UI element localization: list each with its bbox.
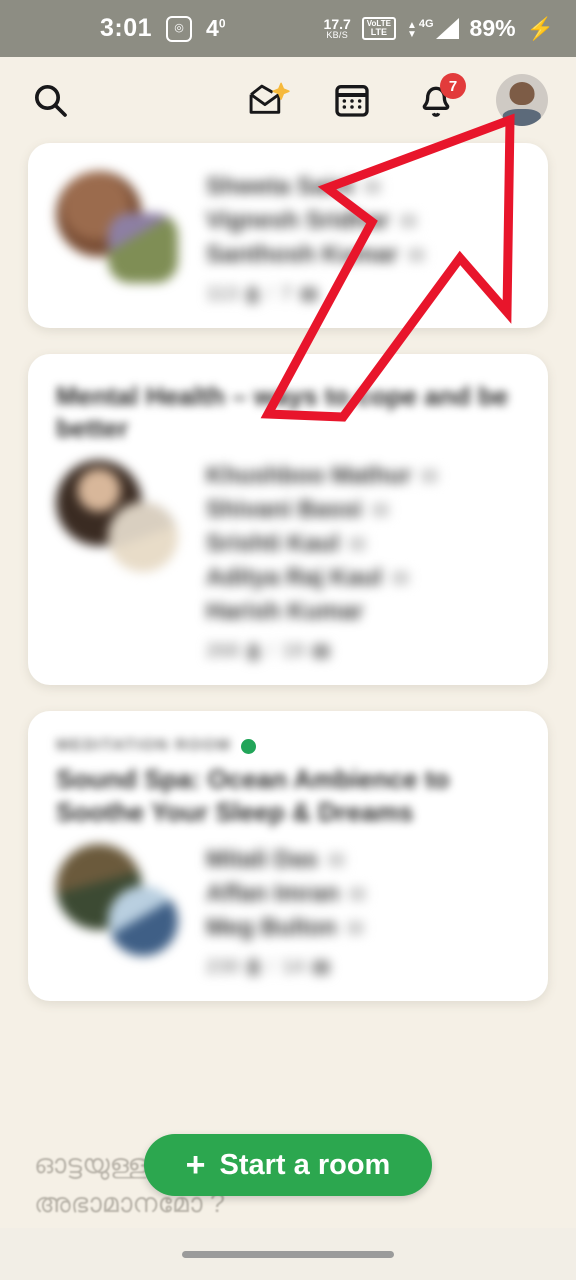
home-indicator-area (0, 1228, 576, 1280)
list-item: Shivani Bassi (206, 496, 520, 524)
data-speed-indicator: 17.7 KB/S (323, 16, 351, 40)
start-room-container: + Start a room (0, 1134, 576, 1196)
speakers-list: Khushboo Mathur Shivani Bassi Srishti Ka… (206, 458, 520, 626)
bell-icon[interactable]: 7 (412, 73, 466, 124)
room-meta: 230 / 14 (206, 956, 520, 979)
notification-badge: 7 (440, 73, 466, 99)
room-meta: 113 / 7 (206, 283, 520, 306)
home-indicator[interactable] (182, 1250, 394, 1258)
room-meta: 268 / 19 (206, 640, 520, 663)
volte-icon: VoLTE LTE (361, 16, 396, 41)
rooms-feed: Shweta Saini Vignesh Sridhar Santhosh Ku… (0, 143, 576, 1001)
avatar-stack (56, 169, 186, 287)
room-card[interactable]: MEDITATION ROOM Sound Spa: Ocean Ambienc… (28, 711, 548, 1001)
status-bar: 3:01 ◎ 40 17.7 KB/S VoLTE LTE ▲ ▼ 4G 89% … (0, 0, 576, 57)
list-item: Khushboo Mathur (206, 462, 520, 490)
user-avatar[interactable] (496, 74, 548, 126)
room-tag: MEDITATION ROOM (56, 737, 520, 755)
start-room-button[interactable]: + Start a room (143, 1134, 433, 1196)
search-icon[interactable] (28, 78, 72, 122)
avatar-stack (56, 458, 186, 576)
list-item: Srishti Kaul (206, 530, 520, 558)
list-item: Mitali Das (206, 846, 520, 874)
wifi-icon: 40 (206, 15, 226, 41)
speakers-list: Mitali Das Affan Imran Meg Bulton (206, 842, 520, 942)
room-card[interactable]: Mental Health – ways to cope and be bett… (28, 354, 548, 686)
list-item: Meg Bulton (206, 914, 520, 942)
envelope-sparkle-icon[interactable] (244, 76, 292, 124)
battery-percent: 89% (469, 15, 516, 41)
room-card[interactable]: Shweta Saini Vignesh Sridhar Santhosh Ku… (28, 143, 548, 328)
plus-icon: + (185, 1146, 206, 1184)
list-item: Affan Imran (206, 880, 520, 908)
charging-icon: ⚡ (526, 15, 554, 41)
room-title: Sound Spa: Ocean Ambience to Soothe Your… (56, 764, 450, 827)
speakers-list: Shweta Saini Vignesh Sridhar Santhosh Ku… (206, 169, 520, 269)
list-item: Santhosh Kumar (206, 241, 520, 269)
screenshot-icon: ◎ (166, 15, 193, 42)
list-item: Shweta Saini (206, 173, 520, 201)
avatar-stack (56, 842, 186, 960)
top-navigation-bar: 7 (0, 57, 576, 143)
calendar-icon[interactable] (328, 76, 376, 124)
start-room-label: Start a room (219, 1148, 391, 1181)
room-title: Mental Health – ways to cope and be bett… (56, 381, 509, 444)
room-tag-label: MEDITATION ROOM (56, 737, 232, 755)
status-clock: 3:01 (100, 14, 153, 42)
list-item: Harish Kumar (206, 598, 364, 626)
live-dot-icon (241, 738, 257, 754)
signal-icon: ▲ ▼ 4G (407, 18, 459, 39)
list-item: Aditya Raj Kaul (206, 564, 520, 592)
list-item: Vignesh Sridhar (206, 207, 520, 235)
